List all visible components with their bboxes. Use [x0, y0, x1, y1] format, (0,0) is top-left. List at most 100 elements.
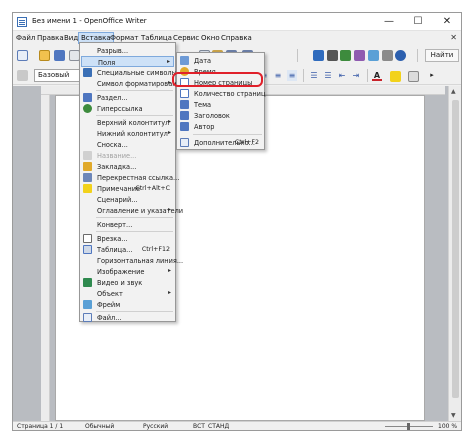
decrease-indent-icon[interactable]: ⇤ [337, 70, 347, 81]
menu-item-footer[interactable]: Нижний колонтитул ▸ [81, 128, 174, 139]
menu-item-label: Название... [97, 152, 137, 160]
submenu-arrow-icon: ▸ [166, 58, 170, 65]
menu-view[interactable]: Вид [64, 34, 78, 42]
nonprinting-chars-icon[interactable] [382, 50, 393, 61]
paragraph-style-value: Базовый [38, 71, 70, 79]
status-insert-mode[interactable]: ВСТ [193, 423, 205, 430]
submenu-item-title[interactable]: Заголовок [178, 110, 263, 121]
background-color-icon[interactable] [408, 71, 419, 82]
new-document-icon[interactable] [17, 50, 28, 61]
author-icon [180, 122, 189, 131]
menu-item-script[interactable]: Сценарий... [81, 194, 174, 205]
status-zoom[interactable]: 100 % [438, 423, 457, 430]
menu-item-fields[interactable]: Поля ▸ [81, 56, 174, 67]
menu-item-indexes[interactable]: Оглавление и указатели ▸ [81, 205, 183, 216]
submenu-arrow-icon: ▸ [167, 206, 171, 213]
hyperlink-icon [83, 104, 92, 113]
maximize-button[interactable]: ☐ [404, 13, 432, 30]
align-justify-icon[interactable]: ≡ [287, 70, 297, 81]
gallery-icon[interactable] [354, 50, 365, 61]
submenu-item-page-count[interactable]: Количество страниц [178, 88, 265, 99]
zoom-slider[interactable] [385, 423, 433, 430]
submenu-arrow-icon: ▸ [167, 79, 171, 86]
menu-item-movie-sound[interactable]: Видео и звук [81, 277, 174, 288]
submenu-item-author[interactable]: Автор [178, 121, 263, 132]
status-page[interactable]: Страница 1 / 1 [17, 423, 63, 430]
sidebar-arrow-icon[interactable]: ▸ [427, 70, 437, 81]
find-button[interactable]: Найти [425, 49, 459, 62]
menu-item-label: Закладка... [97, 163, 137, 171]
menu-item-bookmark[interactable]: Закладка... [81, 161, 174, 172]
status-language[interactable]: Русский [143, 423, 168, 430]
menu-edit[interactable]: Правка [37, 34, 64, 42]
styles-icon[interactable] [17, 70, 28, 81]
status-selection-mode[interactable]: СТАНД [208, 423, 229, 430]
menu-item-label: Нижний колонтитул [97, 130, 168, 138]
menu-help[interactable]: Справка [221, 34, 252, 42]
menu-item-section[interactable]: Раздел... [81, 92, 174, 103]
vertical-scrollbar[interactable]: ▲ ▼ [448, 86, 461, 421]
frame-icon [83, 234, 92, 243]
document-close-icon[interactable]: ✕ [450, 33, 457, 42]
hyperlink-icon[interactable] [313, 50, 324, 61]
menu-item-cross-reference[interactable]: Перекрестная ссылка... [81, 172, 179, 183]
menu-item-label: Сценарий... [97, 196, 138, 204]
menu-tools[interactable]: Сервис [173, 34, 199, 42]
minimize-button[interactable]: — [375, 13, 403, 30]
menu-item-horizontal-line[interactable]: Горизонтальная линия... [81, 255, 183, 266]
highlight-icon[interactable] [390, 71, 401, 82]
vertical-ruler[interactable] [41, 95, 50, 421]
menu-item-hyperlink[interactable]: Гиперссылка [81, 103, 174, 114]
align-right-icon[interactable]: ≡ [273, 70, 283, 81]
numbering-icon[interactable]: ☰ [309, 70, 319, 81]
menu-window[interactable]: Окно [201, 34, 220, 42]
menu-item-envelope[interactable]: Конверт... [81, 219, 174, 230]
menu-item-label: Разрыв... [97, 47, 129, 55]
menu-item-label: Специальные символы... [97, 69, 184, 77]
menu-format[interactable]: Формат [110, 34, 138, 42]
page-count-icon [180, 89, 189, 98]
menu-item-object[interactable]: Объект ▸ [81, 288, 174, 299]
menu-item-label: Верхний колонтитул [97, 119, 170, 127]
menu-item-special-characters[interactable]: Специальные символы... [81, 67, 183, 78]
comment-icon [83, 184, 92, 193]
menu-item-floating-frame[interactable]: Фрейм [81, 299, 174, 310]
find-binoculars-icon[interactable] [327, 50, 338, 61]
submenu-item-date[interactable]: Дата [178, 55, 263, 66]
fields-submenu: Дата Время Номер страницы Количество стр… [176, 52, 265, 150]
increase-indent-icon[interactable]: ⇥ [351, 70, 361, 81]
menu-item-picture[interactable]: Изображение ▸ [81, 266, 174, 277]
menu-item-formatting-mark[interactable]: Символ форматирования ▸ [81, 78, 185, 89]
caption-icon [83, 151, 92, 160]
scroll-thumb[interactable] [452, 100, 459, 398]
scroll-down-icon[interactable]: ▼ [451, 412, 456, 419]
submenu-item-more-fields[interactable]: Дополнительно... Ctrl+F2 [178, 137, 263, 148]
submenu-arrow-icon: ▸ [167, 289, 171, 296]
data-sources-icon[interactable] [368, 50, 379, 61]
status-style[interactable]: Обычный [85, 423, 114, 430]
help-icon[interactable] [395, 50, 406, 61]
open-folder-icon[interactable] [39, 50, 50, 61]
bookmark-icon [83, 162, 92, 171]
scroll-up-icon[interactable]: ▲ [451, 88, 456, 95]
menu-item-break[interactable]: Разрыв... [81, 45, 174, 56]
crossref-icon [83, 173, 92, 182]
menu-item-comment[interactable]: Примечание Ctrl+Alt+C [81, 183, 174, 194]
bullets-icon[interactable]: ☰ [323, 70, 333, 81]
close-button[interactable]: ✕ [433, 13, 461, 30]
menu-table[interactable]: Таблица [141, 34, 172, 42]
font-color-icon[interactable]: A [372, 70, 382, 81]
menu-file[interactable]: Файл [16, 34, 35, 42]
submenu-arrow-icon: ▸ [167, 129, 171, 136]
submenu-item-label: Заголовок [194, 112, 230, 120]
menu-item-table[interactable]: Таблица... Ctrl+F12 [81, 244, 174, 255]
file-icon [83, 313, 92, 322]
save-icon[interactable] [54, 50, 65, 61]
submenu-item-shortcut: Ctrl+F2 [234, 139, 259, 146]
submenu-item-subject[interactable]: Тема [178, 99, 263, 110]
menu-item-frame[interactable]: Врезка... [81, 233, 174, 244]
navigator-icon[interactable] [340, 50, 351, 61]
menu-item-header[interactable]: Верхний колонтитул ▸ [81, 117, 174, 128]
menu-item-file[interactable]: Файл... [81, 312, 174, 323]
menu-item-footnote[interactable]: Сноска... [81, 139, 174, 150]
